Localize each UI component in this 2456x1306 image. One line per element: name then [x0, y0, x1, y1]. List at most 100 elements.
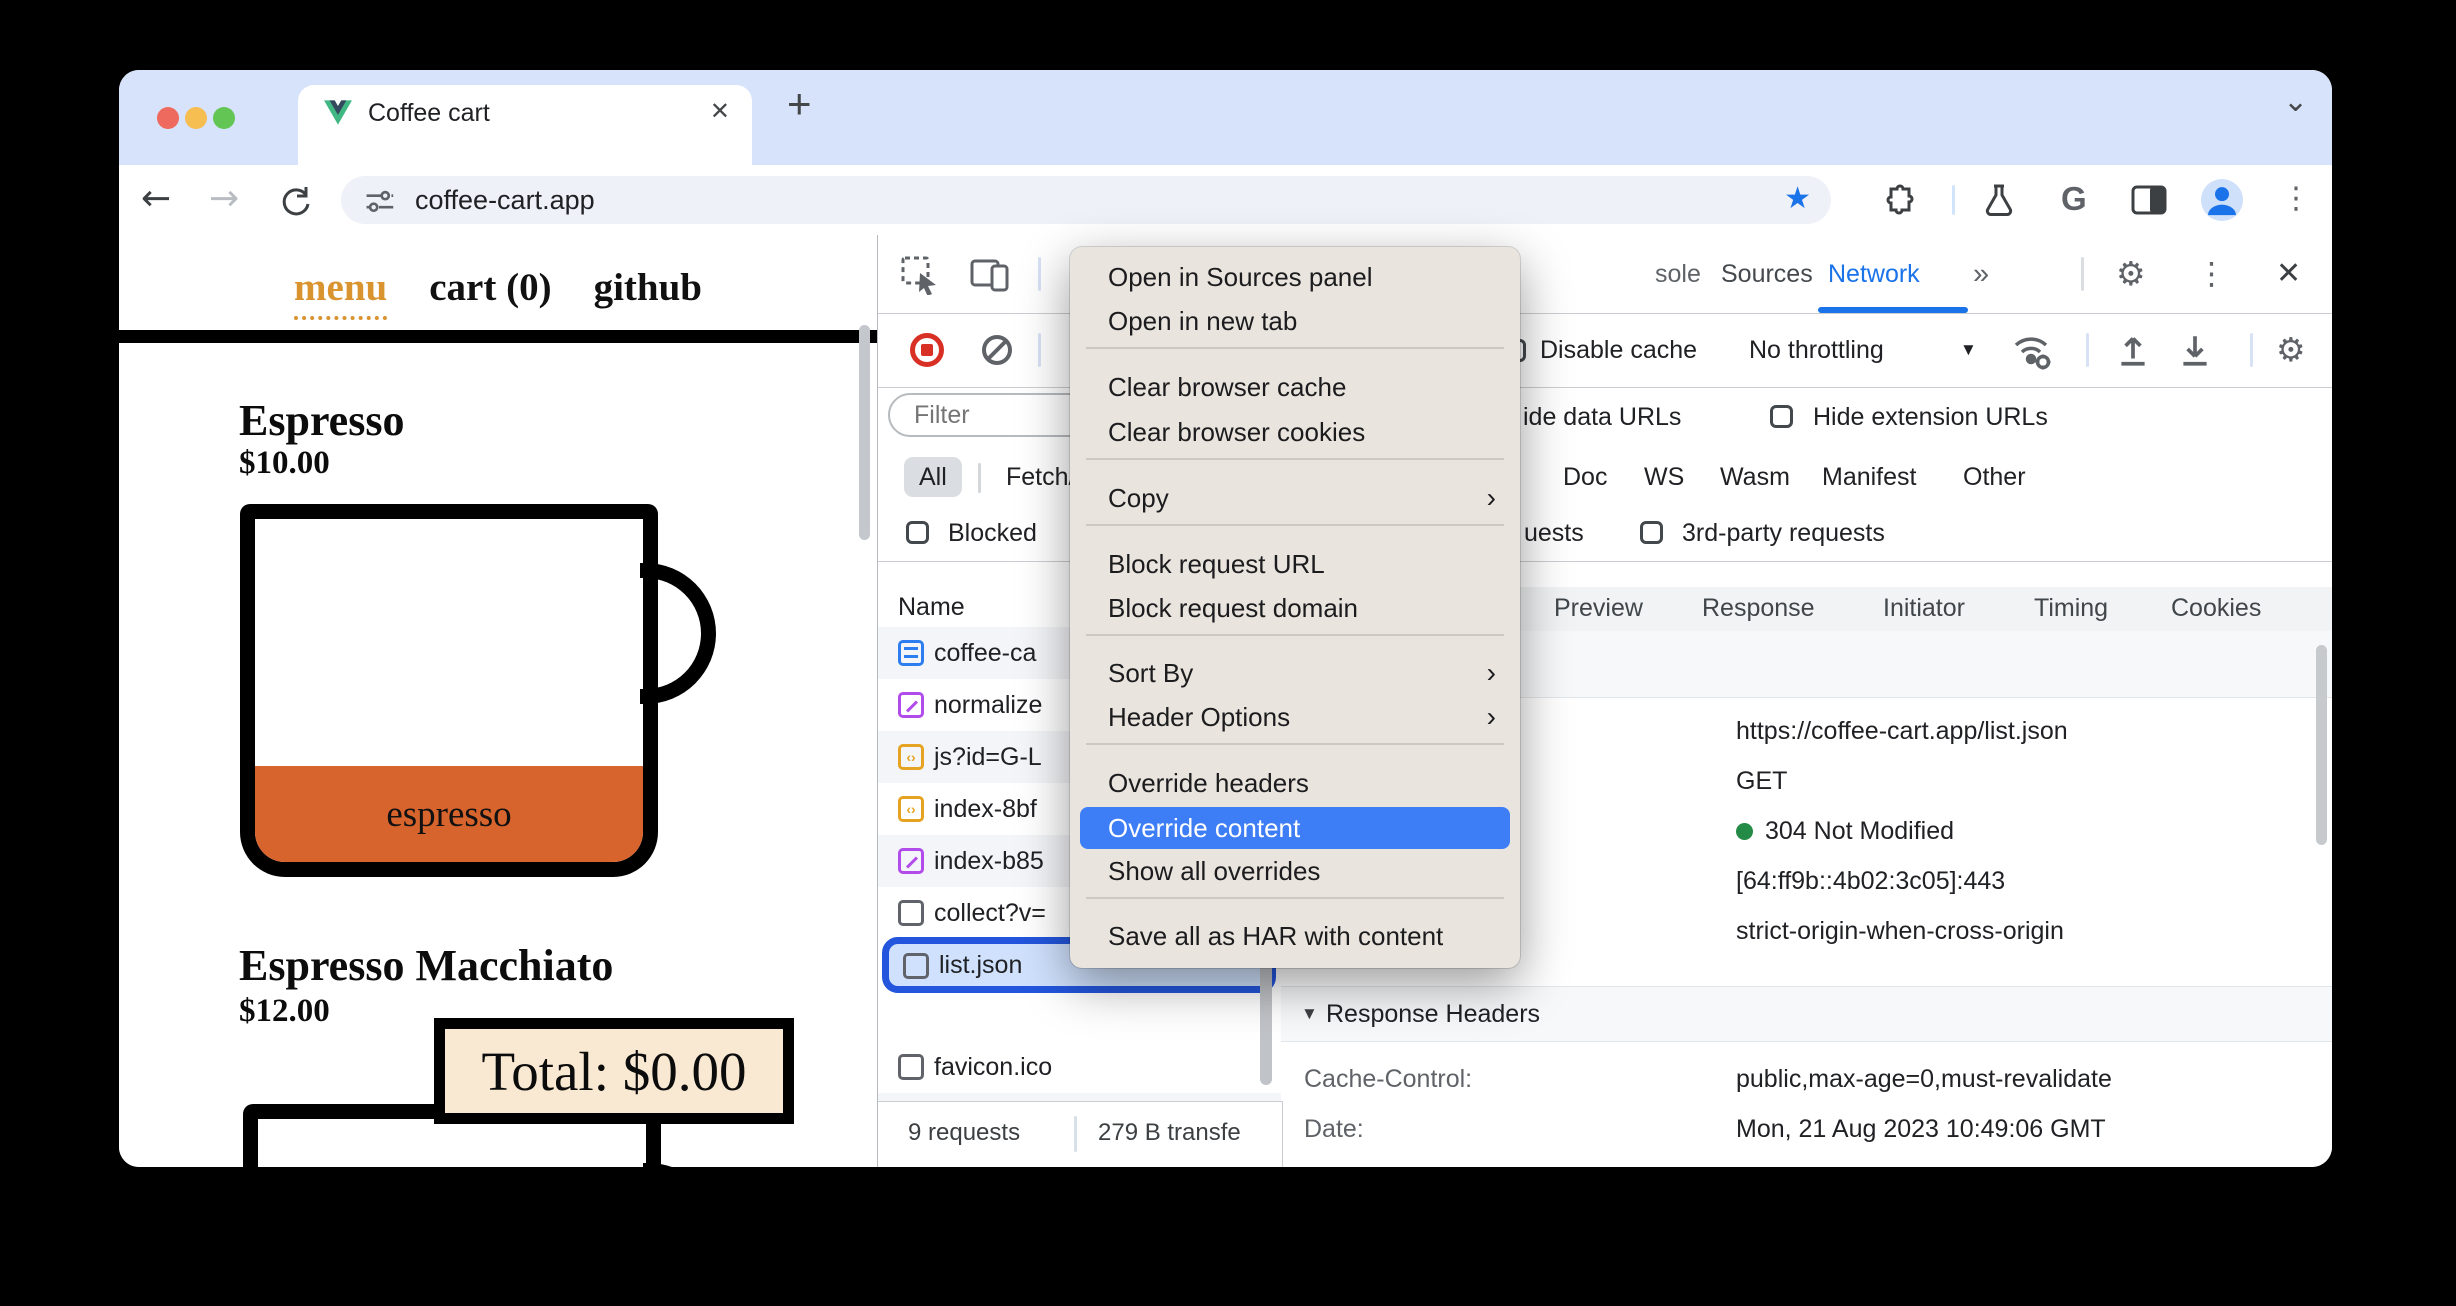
tab-initiator[interactable]: Initiator: [1883, 587, 1965, 629]
details-scrollbar[interactable]: [2316, 645, 2327, 845]
tab-response[interactable]: Response: [1702, 587, 1815, 629]
tab-timing[interactable]: Timing: [2034, 587, 2108, 629]
submenu-chevron-icon: ›: [1486, 657, 1496, 688]
new-tab-button[interactable]: +: [787, 80, 812, 128]
referrer-policy-value: strict-origin-when-cross-origin: [1736, 917, 2064, 945]
reload-icon[interactable]: [277, 182, 313, 218]
hide-extension-urls-label[interactable]: Hide extension URLs: [1813, 387, 2048, 447]
network-settings-gear-icon[interactable]: ⚙: [2276, 313, 2306, 387]
third-party-requests-checkbox[interactable]: [1640, 521, 1663, 544]
hide-extension-urls-checkbox[interactable]: [1770, 405, 1793, 428]
throttling-dropdown-arrow-icon[interactable]: ▼: [1960, 313, 1977, 387]
menu-item-block-request-domain[interactable]: Block request domain: [1070, 586, 1520, 630]
header-name: Cache-Control:: [1304, 1065, 1473, 1093]
request-row[interactable]: favicon.ico: [878, 1041, 1281, 1093]
toolbar-divider: [1038, 257, 1041, 291]
toolbar-divider: [2081, 257, 2084, 291]
collapse-triangle-icon[interactable]: ▼: [1301, 987, 1318, 1041]
total-label: Total: $0.00: [481, 1040, 747, 1102]
address-bar[interactable]: coffee-cart.app ★: [341, 176, 1831, 224]
menu-item-override-content[interactable]: Override content: [1080, 807, 1510, 849]
menu-item-open-in-sources[interactable]: Open in Sources panel: [1070, 255, 1520, 299]
blocked-requests-label[interactable]: uests: [1524, 503, 1584, 563]
labs-flask-icon[interactable]: [1981, 182, 2017, 218]
menu-item-copy[interactable]: Copy ›: [1070, 476, 1520, 520]
bookmark-star-icon[interactable]: ★: [1784, 176, 1811, 222]
clear-network-log-icon[interactable]: [980, 333, 1014, 367]
zoom-window-button[interactable]: [213, 107, 235, 129]
stylesheet-file-icon: [898, 848, 924, 874]
menu-item-save-all-har[interactable]: Save all as HAR with content: [1070, 914, 1520, 958]
menu-item-sort-by[interactable]: Sort By ›: [1070, 651, 1520, 695]
menu-item-override-headers[interactable]: Override headers: [1070, 761, 1520, 805]
filter-chip-manifest[interactable]: Manifest: [1822, 457, 1916, 497]
throttling-select[interactable]: No throttling: [1749, 313, 1884, 387]
vue-favicon: [324, 100, 352, 125]
browser-menu-dots-icon[interactable]: ⋮: [2281, 165, 2311, 233]
devtools-close-icon[interactable]: ✕: [2276, 235, 2301, 313]
forward-icon[interactable]: →: [209, 165, 239, 233]
espresso-cup[interactable]: espresso: [240, 504, 716, 877]
menu-item-block-request-url[interactable]: Block request URL: [1070, 542, 1520, 586]
menu-separator: [1086, 634, 1504, 636]
filter-chip-other[interactable]: Other: [1963, 457, 2026, 497]
close-window-button[interactable]: [157, 107, 179, 129]
tab-preview[interactable]: Preview: [1554, 587, 1643, 629]
side-panel-icon[interactable]: [2131, 185, 2167, 215]
tab-close-icon[interactable]: ✕: [710, 85, 730, 139]
record-network-log-icon[interactable]: [910, 333, 944, 367]
generic-file-icon: [903, 953, 929, 979]
devtools-settings-gear-icon[interactable]: ⚙: [2116, 235, 2146, 313]
disable-cache-label[interactable]: Disable cache: [1540, 313, 1697, 387]
filter-chip-all[interactable]: All: [904, 457, 962, 497]
browser-tab[interactable]: Coffee cart ✕: [298, 85, 752, 165]
third-party-label[interactable]: 3rd-party requests: [1682, 503, 1885, 563]
devtools-menu-dots-icon[interactable]: ⋮: [2196, 235, 2227, 313]
tab-network[interactable]: Network: [1828, 235, 1920, 313]
nav-github-link[interactable]: github: [594, 265, 702, 320]
nav-cart-link[interactable]: cart (0): [429, 265, 551, 320]
response-headers-section-header[interactable]: ▼ Response Headers: [1281, 986, 2332, 1042]
tab-console-partial[interactable]: sole: [1655, 235, 1701, 313]
menu-item-clear-browser-cache[interactable]: Clear browser cache: [1070, 365, 1520, 409]
url-text[interactable]: coffee-cart.app: [415, 176, 595, 224]
document-file-icon: [898, 640, 924, 666]
inspect-element-icon[interactable]: [900, 255, 940, 295]
menu-item-header-options[interactable]: Header Options ›: [1070, 695, 1520, 739]
menu-item-clear-browser-cookies[interactable]: Clear browser cookies: [1070, 410, 1520, 454]
tab-cookies[interactable]: Cookies: [2171, 587, 2261, 629]
header-value: Mon, 21 Aug 2023 10:49:06 GMT: [1736, 1115, 2106, 1143]
summary-divider: [1074, 1116, 1077, 1152]
tab-sources[interactable]: Sources: [1721, 235, 1813, 313]
more-tabs-icon[interactable]: »: [1973, 235, 1989, 313]
import-har-icon[interactable]: [2114, 331, 2152, 369]
nav-menu-link[interactable]: menu: [294, 265, 388, 320]
network-conditions-icon[interactable]: [2010, 331, 2054, 371]
google-g-icon[interactable]: G: [2061, 165, 2087, 233]
filter-chip-wasm[interactable]: Wasm: [1720, 457, 1790, 497]
header-name: Date:: [1304, 1115, 1364, 1143]
toolbar-divider: [1038, 333, 1041, 367]
back-icon[interactable]: ←: [141, 165, 171, 233]
site-settings-icon[interactable]: [363, 185, 395, 217]
product-price: $10.00: [239, 445, 330, 481]
tab-search-chevron-icon[interactable]: ⌄: [2283, 84, 2308, 119]
menu-item-open-in-new-tab[interactable]: Open in new tab: [1070, 299, 1520, 343]
filter-chip-ws[interactable]: WS: [1644, 457, 1684, 497]
page-scrollbar[interactable]: [859, 325, 870, 540]
cart-total-button[interactable]: Total: $0.00: [434, 1018, 794, 1124]
filter-chip-doc[interactable]: Doc: [1563, 457, 1607, 497]
blocked-cookies-label[interactable]: Blocked: [948, 503, 1037, 563]
extensions-icon[interactable]: [1879, 182, 1915, 218]
status-green-dot: [1736, 823, 1753, 840]
menu-item-show-all-overrides[interactable]: Show all overrides: [1070, 849, 1520, 893]
device-toolbar-icon[interactable]: [970, 257, 1010, 293]
menu-separator: [1086, 347, 1504, 349]
hide-data-urls-label[interactable]: ide data URLs: [1523, 387, 1681, 447]
request-count: 9 requests: [908, 1119, 1021, 1146]
blocked-response-cookies-checkbox[interactable]: [906, 521, 929, 544]
script-file-icon: ‹›: [898, 796, 924, 822]
minimize-window-button[interactable]: [185, 107, 207, 129]
profile-avatar[interactable]: [2201, 179, 2243, 221]
export-har-icon[interactable]: [2176, 331, 2214, 369]
